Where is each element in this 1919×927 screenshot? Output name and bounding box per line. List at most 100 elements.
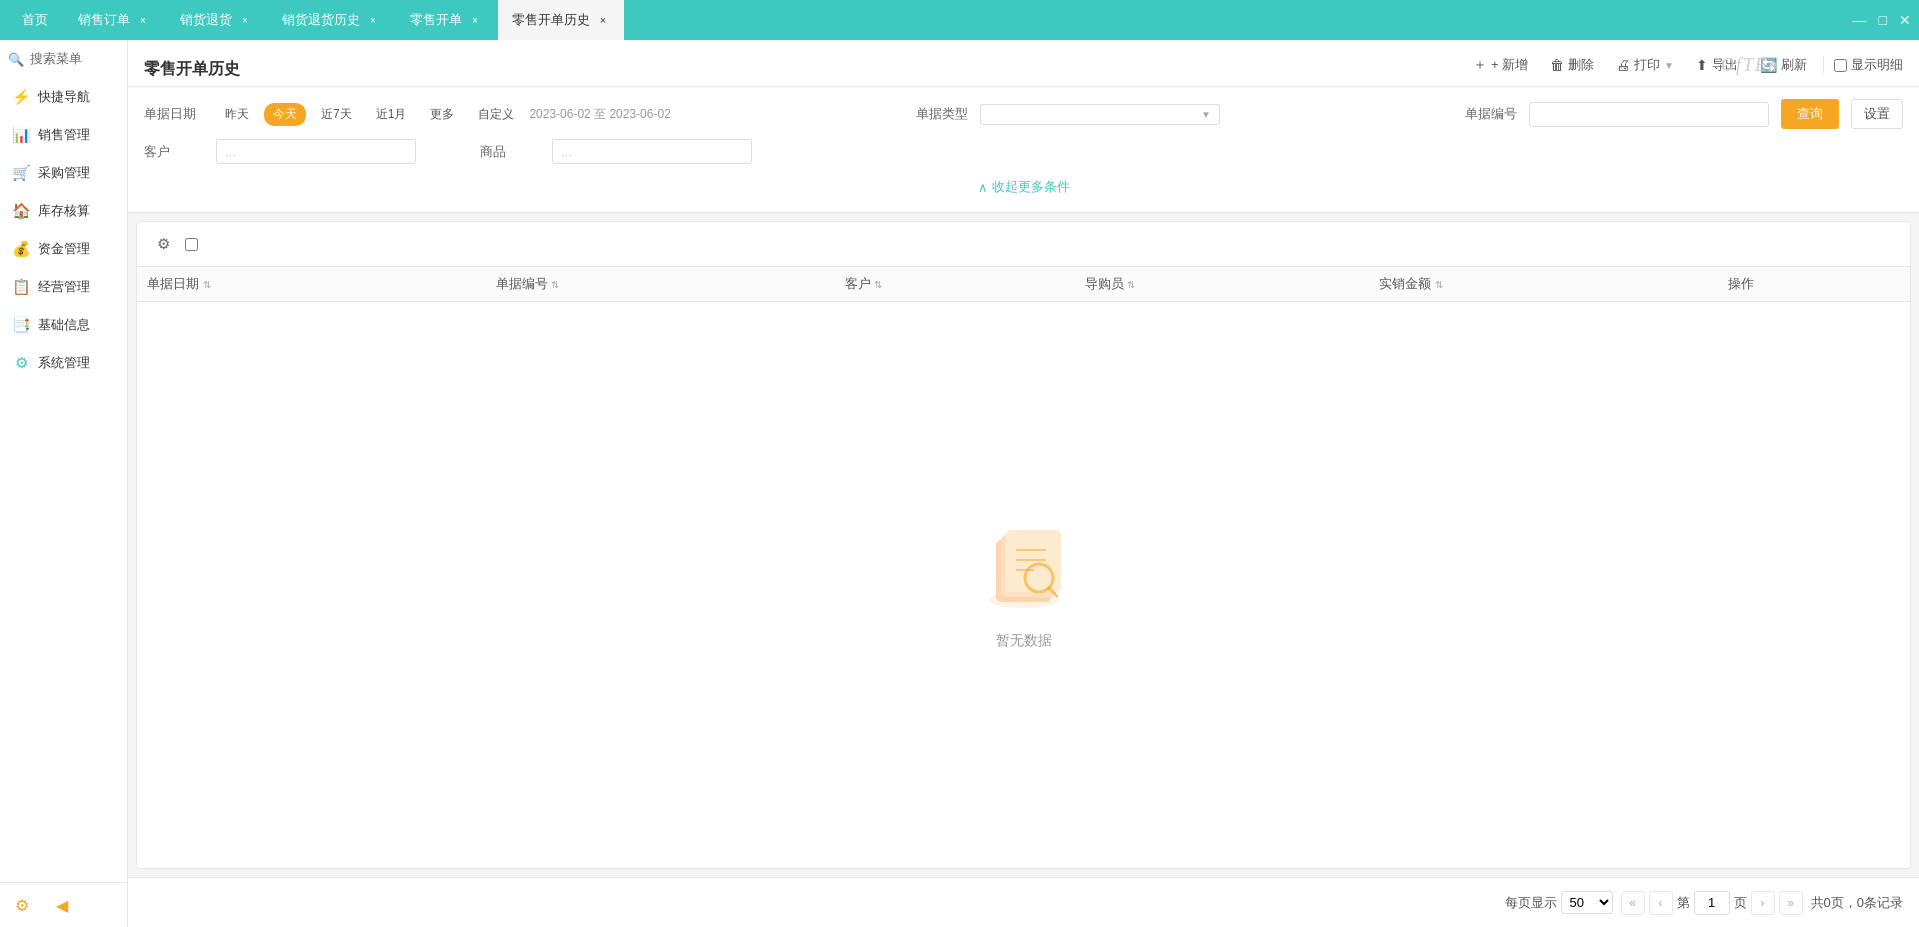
query-btn[interactable]: 查询	[1781, 99, 1839, 129]
maximize-btn[interactable]: □	[1879, 12, 1887, 28]
type-filter-dropdown-icon: ▼	[1201, 109, 1211, 120]
nav-label-sales-mgmt: 销售管理	[38, 126, 90, 144]
page-label: 第	[1677, 894, 1690, 912]
customer-filter-input[interactable]: ...	[216, 139, 416, 164]
page-size-select: 每页显示 102050100	[1505, 891, 1613, 914]
filter-row-1: 单据日期 昨天 今天 近7天 近1月 更多 自定义 2023-06-02 至 2…	[144, 99, 1903, 129]
date-range-text: 2023-06-02 至 2023-06-02	[529, 106, 670, 123]
print-icon: 🖨	[1616, 57, 1630, 73]
tab-home[interactable]: 首页	[8, 0, 62, 40]
add-label: + 新增	[1491, 56, 1528, 74]
tab-sales-return-history[interactable]: 销货退货历史×	[268, 0, 394, 40]
filter-area: 单据日期 昨天 今天 近7天 近1月 更多 自定义 2023-06-02 至 2…	[128, 87, 1919, 213]
tab-retail-open-history[interactable]: 零售开单历史×	[498, 0, 624, 40]
prev-page-btn[interactable]: ‹	[1649, 891, 1673, 915]
col-header-number[interactable]: 单据编号 ⇅	[486, 267, 835, 302]
sidebar-search-label: 搜索菜单	[30, 50, 82, 68]
col-header-action: 操作	[1718, 267, 1910, 302]
export-btn[interactable]: ⬆ 导出	[1690, 52, 1744, 78]
export-icon: ⬆	[1696, 57, 1708, 73]
per-page-dropdown[interactable]: 102050100	[1561, 891, 1613, 914]
date-7days-btn[interactable]: 近7天	[312, 103, 361, 126]
type-filter-select[interactable]: ▼	[980, 104, 1220, 125]
first-page-btn[interactable]: «	[1621, 891, 1645, 915]
display-cols-label: 显示明细	[1851, 56, 1903, 74]
date-today-btn[interactable]: 今天	[264, 103, 306, 126]
tab-close-sales-return-history[interactable]: ×	[366, 13, 380, 27]
goods-filter-label: 商品	[480, 143, 540, 161]
refresh-btn[interactable]: 🔄 刷新	[1754, 52, 1813, 78]
number-filter-input[interactable]	[1529, 102, 1769, 127]
page-unit: 页	[1734, 894, 1747, 912]
sidebar-item-quick-nav[interactable]: ⚡快捷导航	[0, 78, 127, 116]
delete-icon: 🗑	[1550, 57, 1564, 73]
number-filter-label: 单据编号	[1465, 105, 1517, 123]
date-more-btn[interactable]: 更多	[421, 103, 463, 126]
customer-filter-label: 客户	[144, 143, 204, 161]
tab-close-retail-open-history[interactable]: ×	[596, 13, 610, 27]
collapse-icon: ∧	[978, 180, 988, 195]
tab-sales-return[interactable]: 销货退货×	[166, 0, 266, 40]
select-all-checkbox[interactable]	[185, 238, 198, 251]
sort-arrows-salesperson: ⇅	[1127, 279, 1135, 290]
nav-icon-basic-info: 📑	[12, 316, 30, 334]
refresh-icon: 🔄	[1760, 57, 1777, 73]
tab-sales-order[interactable]: 销售订单×	[64, 0, 164, 40]
collapse-filter-btn[interactable]: ∧ 收起更多条件	[144, 174, 1903, 200]
nav-label-purchase-mgmt: 采购管理	[38, 164, 90, 182]
last-page-btn[interactable]: »	[1779, 891, 1803, 915]
sidebar-item-basic-info[interactable]: 📑基础信息	[0, 306, 127, 344]
sidebar-search[interactable]: 🔍 搜索菜单	[0, 40, 127, 78]
tab-close-sales-return[interactable]: ×	[238, 13, 252, 27]
print-dropdown-icon: ▼	[1664, 60, 1674, 71]
tab-close-sales-order[interactable]: ×	[136, 13, 150, 27]
page-input[interactable]	[1694, 891, 1730, 915]
sidebar-item-purchase-mgmt[interactable]: 🛒采购管理	[0, 154, 127, 192]
sidebar-item-sys-mgmt[interactable]: ⚙系统管理	[0, 344, 127, 382]
col-header-customer[interactable]: 客户 ⇅	[835, 267, 1075, 302]
tab-close-retail-open[interactable]: ×	[468, 13, 482, 27]
add-btn[interactable]: ＋ + 新增	[1467, 52, 1534, 78]
delete-btn[interactable]: 🗑 删除	[1544, 52, 1600, 78]
sidebar-item-finance[interactable]: 💰 资金管理	[0, 230, 127, 268]
sidebar-item-operations[interactable]: 📋经营管理	[0, 268, 127, 306]
col-header-salesperson[interactable]: 导购员 ⇅	[1075, 267, 1370, 302]
tab-retail-open[interactable]: 零售开单×	[396, 0, 496, 40]
goods-filter-input[interactable]: ...	[552, 139, 752, 164]
filter-row-2: 客户 ... 商品 ...	[144, 139, 1903, 164]
next-page-btn[interactable]: ›	[1751, 891, 1775, 915]
delete-label: 删除	[1568, 56, 1594, 74]
empty-icon	[974, 520, 1074, 620]
minimize-btn[interactable]: —	[1853, 12, 1867, 28]
nav-icon-finance: 💰	[12, 240, 30, 258]
sidebar-item-inventory[interactable]: 🏠库存核算	[0, 192, 127, 230]
nav-label-inventory: 库存核算	[38, 202, 90, 220]
toolbar-divider	[1823, 56, 1824, 74]
tab-bar: 首页销售订单×销货退货×销货退货历史×零售开单×零售开单历史×	[8, 0, 624, 40]
settings-query-btn[interactable]: 设置	[1851, 99, 1903, 129]
filter-date-group: 昨天 今天 近7天 近1月 更多 自定义 2023-06-02 至 2023-0…	[216, 103, 671, 126]
display-cols-toggle[interactable]: 显示明细	[1834, 56, 1903, 74]
collapse-sidebar-btn[interactable]: ◀	[48, 891, 76, 919]
date-yesterday-btn[interactable]: 昨天	[216, 103, 258, 126]
col-header-amount[interactable]: 实销金额 ⇅	[1369, 267, 1718, 302]
add-icon: ＋	[1473, 56, 1487, 74]
date-filter-label: 单据日期	[144, 105, 204, 123]
close-btn[interactable]: ✕	[1899, 12, 1911, 28]
sort-arrows-amount: ⇅	[1435, 279, 1443, 290]
settings-btn[interactable]: ⚙	[8, 891, 36, 919]
print-btn[interactable]: 🖨 打印 ▼	[1610, 52, 1680, 78]
nav-label-finance: 资金管理	[38, 240, 90, 258]
date-custom-btn[interactable]: 自定义	[469, 103, 523, 126]
table-col-settings: ⚙	[137, 222, 1910, 267]
sidebar-bottom: ⚙ ◀	[0, 882, 127, 927]
display-cols-checkbox[interactable]	[1834, 59, 1847, 72]
sidebar-item-sales-mgmt[interactable]: 📊销售管理	[0, 116, 127, 154]
page-header: 零售开单历史 ＋ + 新增 🗑 删除 🖨 打印 ▼ ⬆ 导出	[128, 40, 1919, 87]
toolbar: ＋ + 新增 🗑 删除 🖨 打印 ▼ ⬆ 导出 🔄	[1467, 52, 1903, 86]
sort-arrows-date: ⇅	[203, 279, 211, 290]
col-header-date[interactable]: 单据日期 ⇅	[137, 267, 486, 302]
date-1month-btn[interactable]: 近1月	[367, 103, 416, 126]
col-settings-btn[interactable]: ⚙	[149, 230, 177, 258]
print-label: 打印	[1634, 56, 1660, 74]
